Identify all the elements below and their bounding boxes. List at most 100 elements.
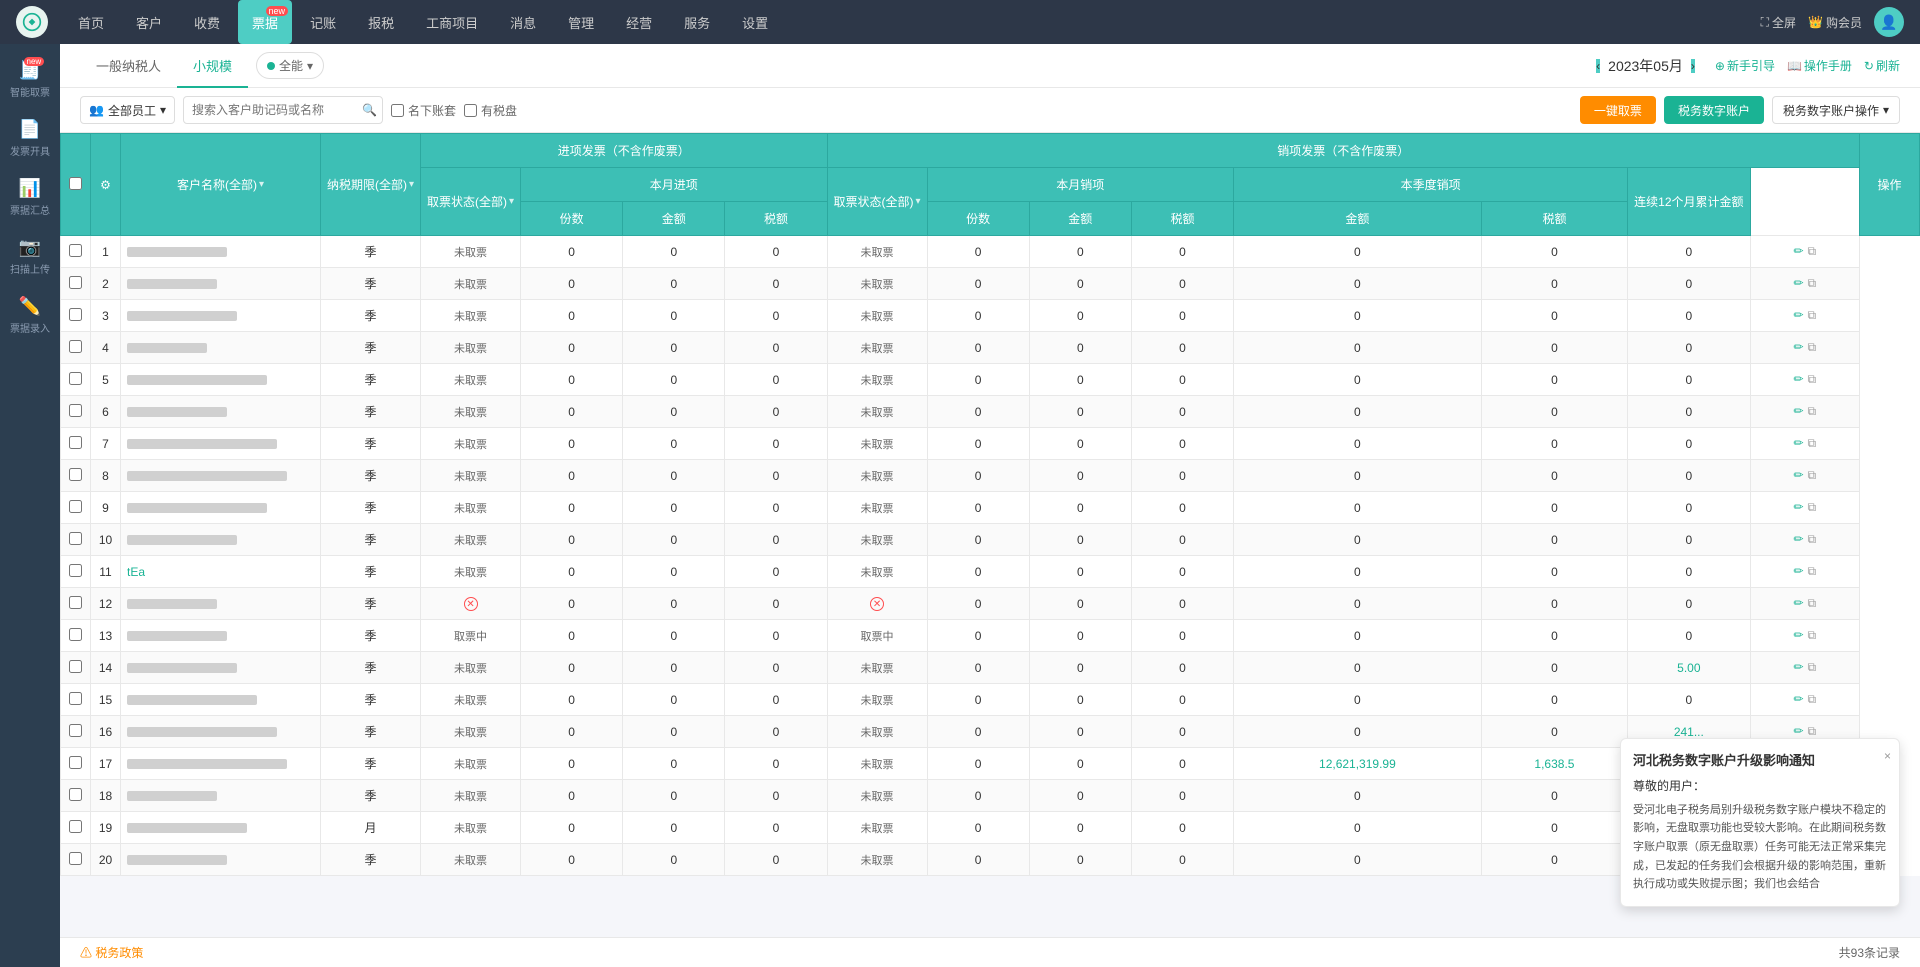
edit-icon[interactable]: ✏ bbox=[1793, 436, 1803, 450]
copy-icon[interactable]: ⧉ bbox=[1808, 404, 1817, 418]
row-checkbox[interactable] bbox=[69, 724, 82, 737]
copy-icon[interactable]: ⧉ bbox=[1808, 468, 1817, 482]
tab-small-scale[interactable]: 小规模 bbox=[177, 44, 248, 88]
row-client-name[interactable] bbox=[121, 492, 321, 524]
edit-icon[interactable]: ✏ bbox=[1793, 596, 1803, 610]
row-checkbox[interactable] bbox=[69, 468, 82, 481]
copy-icon[interactable]: ⧉ bbox=[1808, 244, 1817, 258]
edit-icon[interactable]: ✏ bbox=[1793, 564, 1803, 578]
has-tax-checkbox-label[interactable]: 有税盘 bbox=[464, 102, 517, 119]
notification-close-btn[interactable]: × bbox=[1884, 747, 1891, 766]
nav-accounting[interactable]: 记账 bbox=[296, 0, 350, 44]
search-input[interactable] bbox=[183, 96, 383, 124]
row-checkbox[interactable] bbox=[69, 660, 82, 673]
edit-icon[interactable]: ✏ bbox=[1793, 468, 1803, 482]
quota-filter-icon[interactable]: ▾ bbox=[409, 179, 414, 190]
row-checkbox[interactable] bbox=[69, 820, 82, 833]
row-checkbox[interactable] bbox=[69, 340, 82, 353]
has-tax-checkbox[interactable] bbox=[464, 104, 477, 117]
row-checkbox[interactable] bbox=[69, 500, 82, 513]
one-key-ticket-btn[interactable]: 一键取票 bbox=[1580, 96, 1656, 124]
sidebar-item-invoice-issue[interactable]: 📄 发票开具 bbox=[4, 111, 56, 166]
edit-icon[interactable]: ✏ bbox=[1793, 276, 1803, 290]
row-checkbox[interactable] bbox=[69, 532, 82, 545]
nav-manage[interactable]: 管理 bbox=[554, 0, 608, 44]
row-client-name[interactable] bbox=[121, 844, 321, 876]
sidebar-item-smart-ticket[interactable]: 🧾 new 智能取票 bbox=[4, 52, 56, 107]
copy-icon[interactable]: ⧉ bbox=[1808, 276, 1817, 290]
member-btn[interactable]: 👑 购会员 bbox=[1808, 14, 1862, 31]
user-avatar[interactable]: 👤 bbox=[1874, 7, 1904, 37]
row-checkbox[interactable] bbox=[69, 308, 82, 321]
nav-fee[interactable]: 收费 bbox=[180, 0, 234, 44]
row-checkbox[interactable] bbox=[69, 596, 82, 609]
row-checkbox[interactable] bbox=[69, 564, 82, 577]
row-client-name[interactable] bbox=[121, 716, 321, 748]
edit-icon[interactable]: ✏ bbox=[1793, 724, 1803, 738]
row-client-name[interactable] bbox=[121, 332, 321, 364]
nav-home[interactable]: 首页 bbox=[64, 0, 118, 44]
digital-account-btn[interactable]: 税务数字账户 bbox=[1664, 96, 1764, 124]
row-checkbox[interactable] bbox=[69, 628, 82, 641]
row-client-name[interactable] bbox=[121, 428, 321, 460]
new-guide-btn[interactable]: ⊕ 新手引导 bbox=[1715, 57, 1775, 74]
nav-business[interactable]: 工商项目 bbox=[412, 0, 492, 44]
edit-icon[interactable]: ✏ bbox=[1793, 244, 1803, 258]
nav-service[interactable]: 服务 bbox=[670, 0, 724, 44]
row-client-name[interactable] bbox=[121, 236, 321, 268]
my-accounts-checkbox-label[interactable]: 名下账套 bbox=[391, 102, 456, 119]
copy-icon[interactable]: ⧉ bbox=[1808, 724, 1817, 738]
edit-icon[interactable]: ✏ bbox=[1793, 404, 1803, 418]
tab-general-taxpayer[interactable]: 一般纳税人 bbox=[80, 44, 177, 88]
tax-policy-link[interactable]: ⚠ 税务政策 bbox=[80, 944, 143, 961]
employee-select[interactable]: 👥 全部员工 ▾ bbox=[80, 96, 175, 124]
row-client-name[interactable] bbox=[121, 652, 321, 684]
edit-icon[interactable]: ✏ bbox=[1793, 500, 1803, 514]
row-checkbox[interactable] bbox=[69, 244, 82, 257]
copy-icon[interactable]: ⧉ bbox=[1808, 500, 1817, 514]
row-client-name[interactable] bbox=[121, 396, 321, 428]
row-checkbox[interactable] bbox=[69, 372, 82, 385]
row-client-name[interactable] bbox=[121, 812, 321, 844]
quanju-btn[interactable]: 全能 ▾ bbox=[256, 52, 324, 79]
edit-icon[interactable]: ✏ bbox=[1793, 372, 1803, 386]
nav-tax[interactable]: 报税 bbox=[354, 0, 408, 44]
digital-account-dropdown-btn[interactable]: 税务数字账户操作 ▾ bbox=[1772, 96, 1900, 124]
copy-icon[interactable]: ⧉ bbox=[1808, 308, 1817, 322]
row-client-name[interactable] bbox=[121, 620, 321, 652]
edit-icon[interactable]: ✏ bbox=[1793, 660, 1803, 674]
nav-invoice[interactable]: 票据 new bbox=[238, 0, 292, 44]
row-client-name[interactable] bbox=[121, 364, 321, 396]
sidebar-item-entry[interactable]: ✏️ 票据录入 bbox=[4, 288, 56, 343]
row-client-name[interactable] bbox=[121, 780, 321, 812]
edit-icon[interactable]: ✏ bbox=[1793, 532, 1803, 546]
row-checkbox[interactable] bbox=[69, 436, 82, 449]
row-client-name[interactable] bbox=[121, 524, 321, 556]
nav-settings[interactable]: 设置 bbox=[728, 0, 782, 44]
date-prev-btn[interactable]: ‹ bbox=[1596, 59, 1600, 73]
copy-icon[interactable]: ⧉ bbox=[1808, 532, 1817, 546]
edit-icon[interactable]: ✏ bbox=[1793, 692, 1803, 706]
copy-icon[interactable]: ⧉ bbox=[1808, 340, 1817, 354]
row-checkbox[interactable] bbox=[69, 404, 82, 417]
refresh-btn[interactable]: ↻ 刷新 bbox=[1864, 57, 1900, 74]
row-client-name[interactable] bbox=[121, 268, 321, 300]
select-all-checkbox[interactable] bbox=[69, 177, 82, 190]
row-client-name[interactable] bbox=[121, 460, 321, 492]
copy-icon[interactable]: ⧉ bbox=[1808, 692, 1817, 706]
row-checkbox[interactable] bbox=[69, 692, 82, 705]
fullscreen-btn[interactable]: ⛶ 全屏 bbox=[1761, 14, 1796, 31]
edit-icon[interactable]: ✏ bbox=[1793, 308, 1803, 322]
row-checkbox[interactable] bbox=[69, 756, 82, 769]
fetch-status1-filter-icon[interactable]: ▾ bbox=[509, 196, 514, 207]
my-accounts-checkbox[interactable] bbox=[391, 104, 404, 117]
sidebar-item-scan[interactable]: 📷 扫描上传 bbox=[4, 229, 56, 284]
row-checkbox[interactable] bbox=[69, 788, 82, 801]
date-next-btn[interactable]: › bbox=[1691, 59, 1695, 73]
copy-icon[interactable]: ⧉ bbox=[1808, 436, 1817, 450]
client-filter-icon[interactable]: ▾ bbox=[259, 179, 264, 190]
copy-icon[interactable]: ⧉ bbox=[1808, 628, 1817, 642]
copy-icon[interactable]: ⧉ bbox=[1808, 660, 1817, 674]
edit-icon[interactable]: ✏ bbox=[1793, 628, 1803, 642]
copy-icon[interactable]: ⧉ bbox=[1808, 564, 1817, 578]
